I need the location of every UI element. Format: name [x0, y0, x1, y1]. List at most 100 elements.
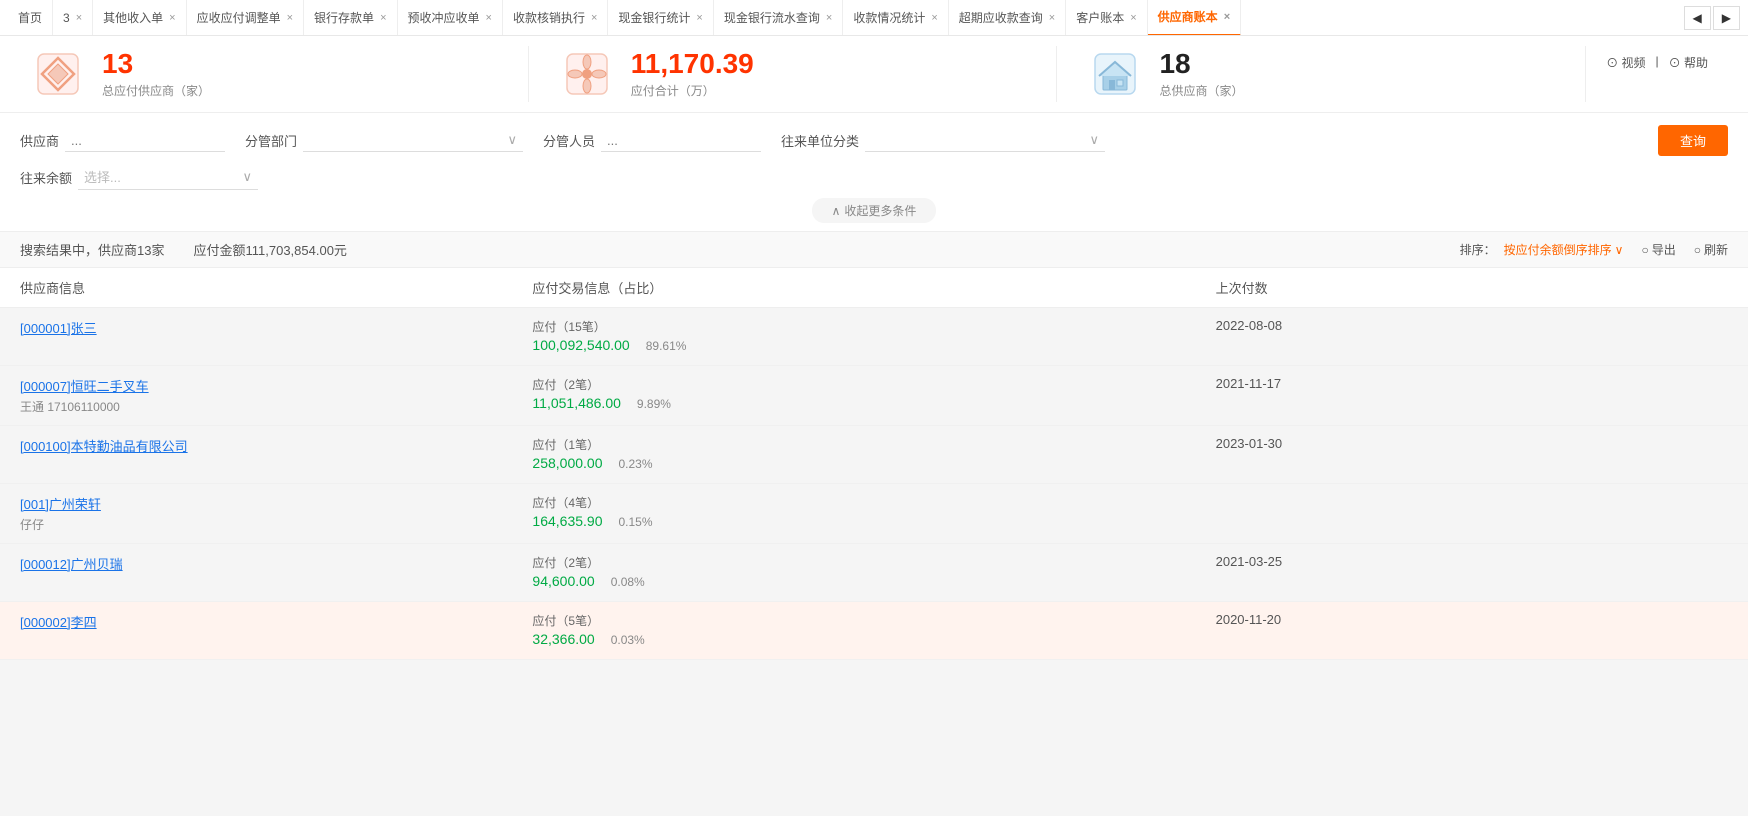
supplier-link-5[interactable]: [000012]广州贝瑞 — [20, 554, 532, 573]
sort-label: 排序： — [1460, 241, 1496, 258]
nav-tab-advance-offset[interactable]: 预收冲应收单 × — [398, 0, 503, 36]
close-icon[interactable]: × — [76, 12, 82, 24]
help-link[interactable]: ⊙ 帮助 — [1669, 54, 1708, 71]
nav-tab-receipt-review-label: 收款核销执行 — [513, 9, 585, 26]
total-suppliers-label: 总供应商（家） — [1159, 82, 1243, 99]
nav-tab-advance-offset-label: 预收冲应收单 — [408, 9, 480, 26]
supplier-link-4[interactable]: [001]广州荣轩 — [20, 494, 532, 513]
person-filter-label: 分管人员 — [543, 131, 595, 150]
close-icon[interactable]: × — [380, 12, 386, 24]
result-bar: 搜索结果中，供应商13家 应付金额111,703,854.00元 排序： 按应付… — [0, 232, 1748, 268]
trans-amount-4[interactable]: 164,635.90 — [532, 513, 602, 529]
export-label: 导出 — [1652, 241, 1676, 258]
nav-tab-other-income[interactable]: 其他收入单 × — [93, 0, 186, 36]
close-icon[interactable]: × — [696, 12, 702, 24]
close-icon[interactable]: × — [486, 12, 492, 24]
table-row: [000002]李四 应付（5笔） 32,366.00 0.03% 2020-1… — [0, 602, 1748, 660]
nav-tab-collection-stat[interactable]: 收款情况统计 × — [843, 0, 948, 36]
nav-tab-cash-flow-query-label: 现金银行流水查询 — [724, 9, 820, 26]
filter-balance: 往来余额 选择... ∨ — [20, 164, 258, 190]
nav-tab-overdue-query-label: 超期应收款查询 — [959, 9, 1043, 26]
nav-tab-supplier-account[interactable]: 供应商账本 × — [1148, 0, 1241, 36]
refresh-button[interactable]: ○ 刷新 — [1694, 241, 1728, 258]
nav-tab-ap-adjustment[interactable]: 应收应付调整单 × — [187, 0, 304, 36]
supplier-info-3: [000100]本特勤油品有限公司 — [20, 436, 532, 455]
supplier-sub-2: 王通 17106110000 — [20, 398, 532, 415]
table-header: 供应商信息 应付交易信息（占比） 上次付数 — [0, 268, 1748, 308]
nav-tab-home[interactable]: 首页 — [8, 0, 53, 36]
sort-select[interactable]: 按应付余额倒序排序 ∨ — [1504, 241, 1624, 258]
close-icon[interactable]: × — [1130, 12, 1136, 24]
supplier-link-2[interactable]: [000007]恒旺二手叉车 — [20, 376, 532, 395]
supplier-link-1[interactable]: [000001]张三 — [20, 318, 532, 337]
nav-tab-cash-flow-query[interactable]: 现金银行流水查询 × — [714, 0, 843, 36]
summary-card-total-suppliers: 18 总供应商（家） — [1057, 46, 1586, 102]
supplier-info-2: [000007]恒旺二手叉车 王通 17106110000 — [20, 376, 532, 415]
supplier-link-6[interactable]: [000002]李四 — [20, 612, 532, 631]
transaction-info-6: 应付（5笔） 32,366.00 0.03% — [532, 612, 1215, 647]
export-button[interactable]: ○ 导出 — [1641, 241, 1675, 258]
payable-total-number: 11,170.39 — [631, 49, 754, 80]
nav-tab-cash-bank-stat[interactable]: 现金银行统计 × — [608, 0, 713, 36]
category-select[interactable]: ∨ — [865, 129, 1105, 152]
close-icon[interactable]: × — [287, 12, 293, 24]
trans-amount-1[interactable]: 100,092,540.00 — [532, 337, 629, 353]
nav-tab-overdue-query[interactable]: 超期应收款查询 × — [949, 0, 1066, 36]
balance-select[interactable]: 选择... ∨ — [78, 164, 258, 190]
supplier-input[interactable] — [65, 130, 225, 152]
trans-amount-6[interactable]: 32,366.00 — [532, 631, 594, 647]
trans-row-6: 32,366.00 0.03% — [532, 631, 1215, 647]
supplier-info-1: [000001]张三 — [20, 318, 532, 337]
table-row: [000007]恒旺二手叉车 王通 17106110000 应付（2笔） 11,… — [0, 366, 1748, 426]
trans-amount-2[interactable]: 11,051,486.00 — [532, 395, 621, 411]
chevron-down-icon: ∨ — [243, 169, 253, 185]
close-icon[interactable]: × — [1049, 12, 1055, 24]
nav-arrow-left[interactable]: ◀ — [1684, 6, 1711, 30]
nav-tab-bank-deposit-label: 银行存款单 — [314, 9, 374, 26]
supplier-info-5: [000012]广州贝瑞 — [20, 554, 532, 573]
balance-filter-label: 往来余额 — [20, 168, 72, 187]
trans-label-5: 应付（2笔） — [532, 554, 1215, 571]
balance-select-value: 选择... — [84, 167, 121, 186]
close-icon[interactable]: × — [591, 12, 597, 24]
card-payable-total-text: 11,170.39 应付合计（万） — [631, 49, 754, 99]
nav-tab-receipt-review[interactable]: 收款核销执行 × — [503, 0, 608, 36]
supplier-sub-4: 仔仔 — [20, 516, 532, 533]
dept-select[interactable]: ∨ — [303, 129, 523, 152]
last-pay-6: 2020-11-20 — [1216, 612, 1558, 627]
transaction-info-1: 应付（15笔） 100,092,540.00 89.61% — [532, 318, 1215, 353]
trans-info-1: 应付（15笔） 100,092,540.00 89.61% — [532, 318, 1215, 353]
trans-percent-3: 0.23% — [618, 457, 652, 471]
trans-label-6: 应付（5笔） — [532, 612, 1215, 629]
table-row: [000012]广州贝瑞 应付（2笔） 94,600.00 0.08% 2021… — [0, 544, 1748, 602]
nav-tab-bank-deposit[interactable]: 银行存款单 × — [304, 0, 397, 36]
nav-tab-3[interactable]: 3 × — [53, 0, 93, 36]
summary-bar: 13 总应付供应商（家） 11,170.39 应付合计（万） — [0, 36, 1748, 113]
store-icon — [1087, 46, 1143, 102]
query-button[interactable]: 查询 — [1658, 125, 1728, 156]
nav-arrows: ◀ ▶ — [1684, 6, 1740, 30]
chevron-down-icon: ∨ — [508, 132, 518, 148]
transaction-info-2: 应付（2笔） 11,051,486.00 9.89% — [532, 376, 1215, 411]
collapse-button[interactable]: ∧ 收起更多条件 — [812, 198, 937, 223]
close-icon[interactable]: × — [169, 12, 175, 24]
total-suppliers-number: 18 — [1159, 49, 1243, 80]
close-icon[interactable]: × — [1224, 11, 1230, 23]
trans-amount-3[interactable]: 258,000.00 — [532, 455, 602, 471]
close-icon[interactable]: × — [931, 12, 937, 24]
video-link[interactable]: ⊙ 视频 — [1606, 54, 1645, 71]
close-icon[interactable]: × — [826, 12, 832, 24]
last-pay-1: 2022-08-08 — [1216, 318, 1558, 333]
nav-tab-customer-account[interactable]: 客户账本 × — [1066, 0, 1147, 36]
nav-tab-ap-adjustment-label: 应收应付调整单 — [197, 9, 281, 26]
nav-arrow-right[interactable]: ▶ — [1713, 6, 1740, 30]
trans-info-6: 应付（5笔） 32,366.00 0.03% — [532, 612, 1215, 647]
trans-amount-5[interactable]: 94,600.00 — [532, 573, 594, 589]
supplier-link-3[interactable]: [000100]本特勤油品有限公司 — [20, 436, 532, 455]
trans-label-3: 应付（1笔） — [532, 436, 1215, 453]
trans-info-5: 应付（2笔） 94,600.00 0.08% — [532, 554, 1215, 589]
result-text-1: 搜索结果中，供应商13家 — [20, 240, 164, 259]
col-header-last-pay: 上次付数 — [1216, 278, 1558, 297]
transaction-info-5: 应付（2笔） 94,600.00 0.08% — [532, 554, 1215, 589]
person-input[interactable] — [601, 130, 761, 152]
